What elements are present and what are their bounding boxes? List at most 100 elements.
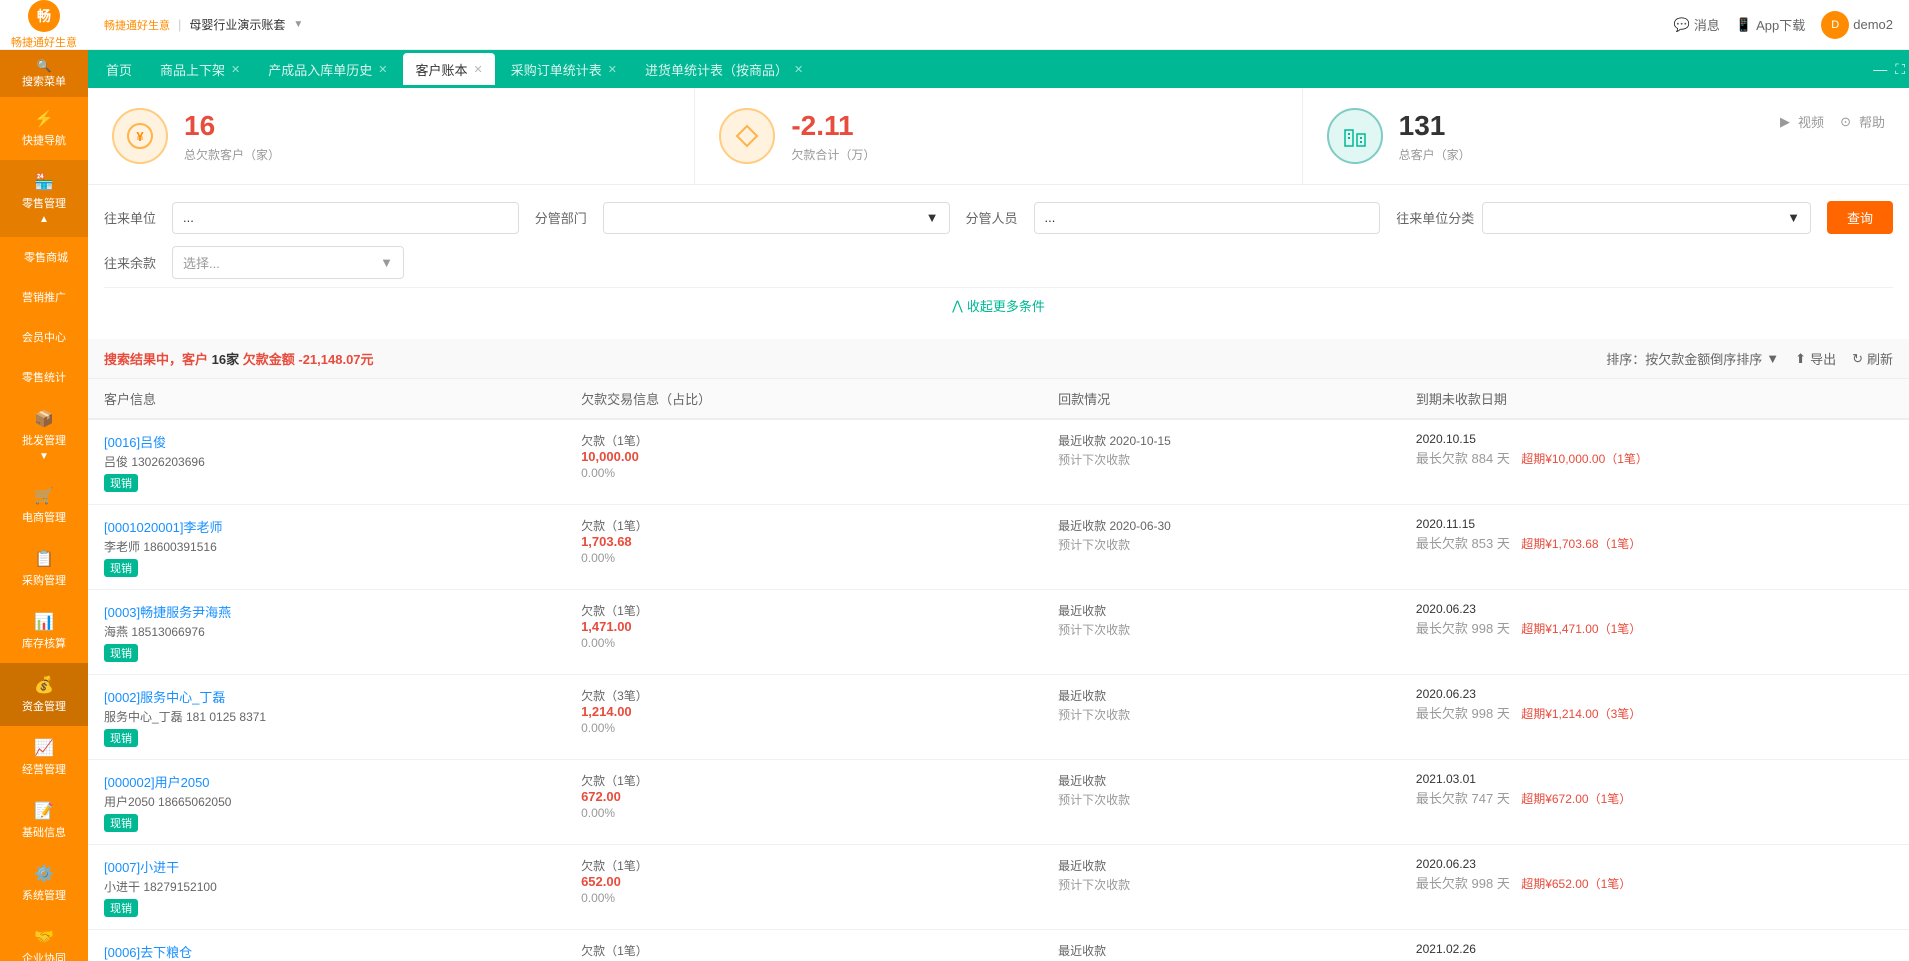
table-row: [000002]用户2050 用户2050 18665062050 现销 欠款（… [88,760,1909,845]
customer-name-link[interactable]: [0007]小进干 [104,857,581,876]
tab-jinhuo[interactable]: 进货单统计表（按商品） ✕ [633,53,815,85]
filter-dept: 分管部门 ▼ [535,202,950,234]
app-download-btn[interactable]: 📱 App下载 [1736,15,1805,34]
table-row: [0006]去下粮仓 陈小希 现销 欠款（1笔） 455.90 0.00% 最近… [88,930,1909,961]
overdue-info-1: 2020.10.15 最长欠款 884 天 超期¥10,000.00（1笔） [1416,432,1893,467]
sidebar-item-dianshang[interactable]: 🛒 电商管理 [0,474,88,537]
sidebar-item-jichuxinxi[interactable]: 📝 基础信息 [0,789,88,852]
debt-count: 欠款（1笔） [581,517,1058,534]
customer-badge: 现销 [104,899,138,917]
stat-info-2: -2.11 欠款合计（万） [791,110,875,163]
payment-info-3: 最近收款 预计下次收款 [1058,602,1416,638]
debt-amount: 672.00 [581,789,1058,804]
last-payment: 最近收款 [1058,687,1416,704]
tab-label: 首页 [106,60,132,79]
debt-amount: 1,214.00 [581,704,1058,719]
filter-row-2: 往来余款 选择... ▼ [104,246,1893,279]
tab-home[interactable]: 首页 [94,53,144,85]
customer-name-link[interactable]: [0001020001]李老师 [104,517,581,536]
customer-info-6: [0007]小进干 小进干 18279152100 现销 [104,857,581,917]
sidebar-item-xitong[interactable]: ⚙️ 系统管理 [0,852,88,915]
overdue-link[interactable]: 超期¥1,471.00（1笔） [1521,622,1641,636]
sidebar-item-label: 零售管理 [22,195,66,211]
overdue-date: 2020.11.15 [1416,517,1893,531]
customer-contact: 小进干 18279152100 [104,878,581,895]
filter-input-dept[interactable]: ▼ [603,202,950,234]
tab-kehu[interactable]: 客户账本 ✕ [403,53,494,85]
filter-input-unit[interactable]: ... [172,202,519,234]
overdue-link[interactable]: 超期¥1,703.68（1笔） [1521,537,1641,551]
video-label[interactable]: 视频 [1798,112,1824,131]
main-content: 畅捷通好生意 | 母婴行业演示账套 ▼ 💬 消息 📱 App下载 D demo2… [88,0,1909,961]
customer-name-link[interactable]: [0006]去下粮仓 [104,942,581,961]
sidebar-item-lingshow-stat[interactable]: 零售统计 [0,357,88,397]
next-payment: 预计下次收款 [1058,791,1416,808]
header-left: 畅捷通好生意 | 母婴行业演示账套 ▼ [104,16,303,33]
sidebar: 畅 畅捷通好生意 🔍 搜索菜单 ⚡ 快捷导航 🏪 零售管理 ▲ 零售商城 营销推… [0,0,88,961]
tab-close-icon[interactable]: ✕ [794,63,803,76]
debt-percent: 0.00% [581,806,1058,820]
sort-select[interactable]: 排序：按欠款金额倒序排序 ▼ [1606,349,1779,368]
debt-count: 欠款（1笔） [581,772,1058,789]
overdue-link[interactable]: 超期¥10,000.00（1笔） [1521,452,1648,466]
sidebar-item-jingying[interactable]: 📈 经营管理 [0,726,88,789]
industry-select[interactable]: 母婴行业演示账套 [189,16,285,33]
export-btn[interactable]: ⬆ 导出 [1795,349,1836,368]
refresh-btn[interactable]: ↻ 刷新 [1852,349,1893,368]
sidebar-item-zijin[interactable]: 💰 资金管理 [0,663,88,726]
customer-name-link[interactable]: [000002]用户2050 [104,772,581,791]
filter-select-balance[interactable]: 选择... ▼ [172,246,404,279]
help-label[interactable]: 帮助 [1859,112,1885,131]
sidebar-item-caigou[interactable]: 📋 采购管理 [0,537,88,600]
overdue-link[interactable]: 超期¥1,214.00（3笔） [1521,707,1641,721]
sidebar-item-yingxiao[interactable]: 营销推广 [0,277,88,317]
stat-number-1: 16 [184,110,280,142]
sidebar-item-pifa[interactable]: 📦 批发管理 ▼ [0,397,88,474]
search-button[interactable]: 查询 [1827,201,1893,234]
user-avatar[interactable]: D demo2 [1821,11,1893,39]
customer-name-link[interactable]: [0002]服务中心_丁磊 [104,687,581,706]
collapse-row[interactable]: ⋀ 收起更多条件 [104,287,1893,323]
sidebar-item-kuaijie[interactable]: ⚡ 快捷导航 [0,97,88,160]
minimize-btn[interactable]: — [1873,61,1887,77]
avatar-img: D [1821,11,1849,39]
sidebar-item-qiyexietong[interactable]: 🤝 企业协同 [0,915,88,961]
customer-name-link[interactable]: [0003]畅捷服务尹海燕 [104,602,581,621]
sidebar-item-lingshow[interactable]: 🏪 零售管理 ▲ [0,160,88,237]
result-middle: 欠款金额 [243,352,295,367]
message-btn[interactable]: 💬 消息 [1674,15,1720,34]
overdue-link[interactable]: 超期¥652.00（1笔） [1521,877,1631,891]
debt-percent: 0.00% [581,466,1058,480]
maximize-btn[interactable]: ⛶ [1895,61,1905,78]
payment-info-2: 最近收款 2020-06-30 预计下次收款 [1058,517,1416,553]
tab-close-icon[interactable]: ✕ [608,63,617,76]
stat-info-3: 131 总客户（家） [1399,110,1764,163]
sidebar-item-shangcheng[interactable]: 零售商城 [0,237,88,277]
customer-name-link[interactable]: [0016]吕俊 [104,432,581,451]
tab-close-icon[interactable]: ✕ [474,63,483,76]
tab-caigou[interactable]: 采购订单统计表 ✕ [499,53,629,85]
collapse-label: 收起更多条件 [967,296,1045,315]
filter-input-person[interactable]: ... [1034,202,1381,234]
filter-person: 分管人员 ... [966,202,1381,234]
result-prefix: 搜索结果中，客户 [104,352,208,367]
sidebar-item-huiyuan[interactable]: 会员中心 [0,317,88,357]
tab-close-icon[interactable]: ✕ [378,63,387,76]
filter-unit: 往来单位 ... [104,202,519,234]
debt-amount: 1,471.00 [581,619,1058,634]
filter-input-category[interactable]: ▼ [1482,202,1811,234]
next-payment: 预计下次收款 [1058,876,1416,893]
logo-text: 畅捷通好生意 [11,34,77,50]
refresh-icon: ↻ [1852,351,1863,367]
debt-amount: 1,703.68 [581,534,1058,549]
tab-chanpinpin[interactable]: 产成品入库单历史 ✕ [256,53,399,85]
last-payment: 最近收款 [1058,942,1416,959]
search-menu-item[interactable]: 🔍 搜索菜单 [0,50,88,97]
settings-icon: ⚙️ [34,864,54,884]
overdue-link[interactable]: 超期¥672.00（1笔） [1521,792,1631,806]
next-payment: 预计下次收款 [1058,536,1416,553]
sidebar-item-kucun[interactable]: 📊 库存核算 [0,600,88,663]
tab-close-icon[interactable]: ✕ [231,63,240,76]
tab-shangpin[interactable]: 商品上下架 ✕ [148,53,252,85]
overdue-date: 2020.06.23 [1416,857,1893,871]
